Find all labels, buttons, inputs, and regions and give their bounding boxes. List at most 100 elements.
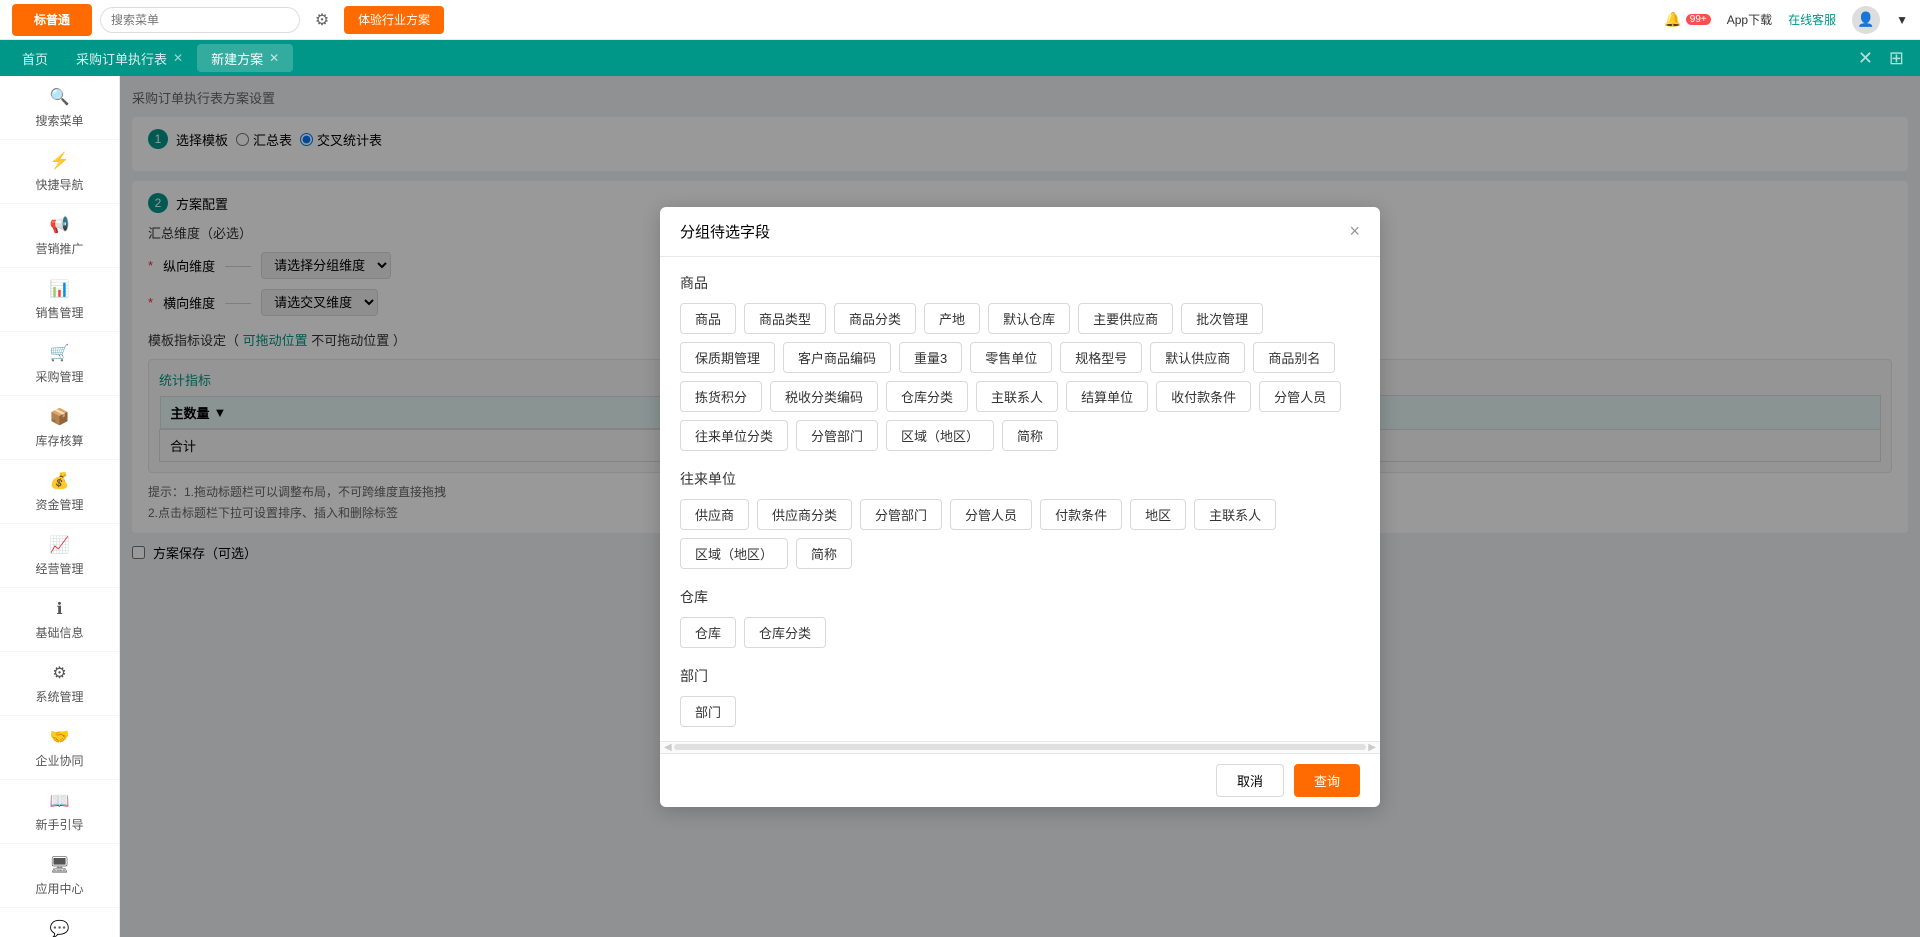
field-tag-short-name[interactable]: 简称: [1002, 420, 1058, 451]
modal-close-btn[interactable]: ×: [1349, 222, 1360, 240]
sidebar-purchase-label: 采购管理: [35, 368, 83, 385]
section-partner-title: 往来单位: [680, 469, 1360, 489]
sidebar-item-marketing[interactable]: 📢 营销推广: [0, 204, 119, 268]
sidebar-guide-label: 新手引导: [35, 816, 83, 833]
field-tag-origin[interactable]: 产地: [924, 303, 980, 334]
experience-btn[interactable]: 体验行业方案: [344, 6, 444, 34]
section-department: 部门 部门: [680, 666, 1360, 727]
tab-purchase-exec-label: 采购订单执行表: [76, 49, 167, 68]
gear-icon[interactable]: ⚙: [308, 6, 336, 34]
tab-new-scheme-close[interactable]: ✕: [269, 51, 279, 65]
field-tag-wh[interactable]: 仓库: [680, 617, 736, 648]
sidebar-item-inventory[interactable]: 📦 库存核算: [0, 396, 119, 460]
cancel-button[interactable]: 取消: [1216, 764, 1284, 797]
field-tag-supplier[interactable]: 供应商: [680, 499, 749, 530]
field-tag-region[interactable]: 区域（地区）: [886, 420, 994, 451]
tab-bar-expand[interactable]: ⊞: [1881, 48, 1912, 69]
hscroll-track[interactable]: [674, 744, 1367, 750]
sidebar-item-appcenter[interactable]: 🖥 应用中心: [0, 844, 119, 908]
main-content: 采购订单执行表方案设置 1 选择模板 汇总表 交叉统计表 2 方案配置: [120, 76, 1920, 937]
sidebar-item-collab[interactable]: 🤝 企业协同: [0, 716, 119, 780]
purchase-icon: 🛒: [49, 342, 71, 364]
sidebar-item-basic-info[interactable]: ℹ 基础信息: [0, 588, 119, 652]
field-tag-default-warehouse[interactable]: 默认仓库: [988, 303, 1070, 334]
sidebar-collab-label: 企业协同: [35, 752, 83, 769]
notification-badge: 99+: [1686, 14, 1711, 25]
field-tag-dept[interactable]: 分管部门: [796, 420, 878, 451]
search-icon: 🔍: [49, 86, 71, 108]
field-tag-manager[interactable]: 分管人员: [1259, 381, 1341, 412]
field-tag-tax-code[interactable]: 税收分类编码: [770, 381, 878, 412]
collab-icon: 🤝: [49, 726, 71, 748]
field-tag-goods-category[interactable]: 商品分类: [834, 303, 916, 334]
field-tag-main-supplier[interactable]: 主要供应商: [1078, 303, 1173, 334]
search-input[interactable]: [100, 7, 300, 33]
field-tag-wh-cat[interactable]: 仓库分类: [744, 617, 826, 648]
section-warehouse-fields: 仓库 仓库分类: [680, 617, 1360, 648]
modal-hscrollbar: ◀ ▶: [660, 741, 1380, 753]
sidebar-inventory-label: 库存核算: [35, 432, 83, 449]
field-tag-expiry[interactable]: 保质期管理: [680, 342, 775, 373]
sidebar-item-quicknav[interactable]: ⚡ 快捷导航: [0, 140, 119, 204]
tab-bar-close[interactable]: ✕: [1850, 48, 1881, 69]
field-tag-partner-category[interactable]: 往来单位分类: [680, 420, 788, 451]
operations-icon: 📈: [49, 534, 71, 556]
sidebar-system-label: 系统管理: [35, 688, 83, 705]
top-bar: 标普通 ⚙ 体验行业方案 🔔 99+ App下载 在线客服 👤 ▼: [0, 0, 1920, 40]
field-tag-settle-unit[interactable]: 结算单位: [1066, 381, 1148, 412]
field-tag-weight[interactable]: 重量3: [899, 342, 962, 373]
field-tag-goods-type[interactable]: 商品类型: [744, 303, 826, 334]
sidebar-item-wechat[interactable]: 💬 企业微信: [0, 908, 119, 937]
sidebar-item-guide[interactable]: 📖 新手引导: [0, 780, 119, 844]
field-tag-p-region[interactable]: 区域（地区）: [680, 538, 788, 569]
tab-new-scheme[interactable]: 新建方案 ✕: [197, 44, 293, 72]
sidebar-item-operations[interactable]: 📈 经营管理: [0, 524, 119, 588]
appcenter-icon: 🖥: [49, 854, 71, 876]
field-tag-payment-cond[interactable]: 付款条件: [1040, 499, 1122, 530]
field-tag-retail-unit[interactable]: 零售单位: [970, 342, 1052, 373]
field-tag-p-contact[interactable]: 主联系人: [1194, 499, 1276, 530]
field-tag-alias[interactable]: 商品别名: [1253, 342, 1335, 373]
user-menu-arrow[interactable]: ▼: [1896, 13, 1908, 27]
field-tag-area[interactable]: 地区: [1130, 499, 1186, 530]
tab-bar: 首页 采购订单执行表 ✕ 新建方案 ✕ ✕ ⊞: [0, 40, 1920, 76]
guide-icon: 📖: [49, 790, 71, 812]
field-tag-batch[interactable]: 批次管理: [1181, 303, 1263, 334]
field-tag-d-dept[interactable]: 部门: [680, 696, 736, 727]
section-goods-title: 商品: [680, 273, 1360, 293]
field-tag-spec[interactable]: 规格型号: [1060, 342, 1142, 373]
sidebar-sales-label: 销售管理: [35, 304, 83, 321]
field-tag-goods[interactable]: 商品: [680, 303, 736, 334]
sidebar-item-search[interactable]: 🔍 搜索菜单: [0, 76, 119, 140]
field-tag-payment-terms[interactable]: 收付款条件: [1156, 381, 1251, 412]
field-tag-customer-code[interactable]: 客户商品编码: [783, 342, 891, 373]
app-download-link[interactable]: App下载: [1727, 11, 1772, 28]
sidebar-item-system[interactable]: ⚙ 系统管理: [0, 652, 119, 716]
field-tag-default-supplier[interactable]: 默认供应商: [1150, 342, 1245, 373]
field-tag-warehouse-category[interactable]: 仓库分类: [886, 381, 968, 412]
online-service-link[interactable]: 在线客服: [1788, 11, 1836, 28]
tab-new-scheme-label: 新建方案: [211, 49, 263, 68]
field-tag-supplier-cat[interactable]: 供应商分类: [757, 499, 852, 530]
basic-info-icon: ℹ: [49, 598, 71, 620]
section-warehouse: 仓库 仓库 仓库分类: [680, 587, 1360, 648]
sidebar-item-finance[interactable]: 💰 资金管理: [0, 460, 119, 524]
field-tag-p-manager[interactable]: 分管人员: [950, 499, 1032, 530]
field-tag-p-short[interactable]: 简称: [796, 538, 852, 569]
tab-purchase-exec[interactable]: 采购订单执行表 ✕: [62, 44, 197, 72]
field-tag-points[interactable]: 拣货积分: [680, 381, 762, 412]
section-partner-fields: 供应商 供应商分类 分管部门 分管人员 付款条件 地区 主联系人 区域（地区） …: [680, 499, 1360, 569]
sidebar-item-sales[interactable]: 📊 销售管理: [0, 268, 119, 332]
user-avatar[interactable]: 👤: [1852, 6, 1880, 34]
tab-home[interactable]: 首页: [8, 44, 62, 72]
tab-purchase-exec-close[interactable]: ✕: [173, 51, 183, 65]
confirm-button[interactable]: 查询: [1294, 764, 1360, 797]
field-tag-p-dept[interactable]: 分管部门: [860, 499, 942, 530]
sidebar-quicknav-label: 快捷导航: [35, 176, 83, 193]
sidebar-item-purchase[interactable]: 🛒 采购管理: [0, 332, 119, 396]
tab-home-label: 首页: [22, 49, 48, 68]
field-tag-main-contact[interactable]: 主联系人: [976, 381, 1058, 412]
notification-area[interactable]: 🔔 99+: [1664, 11, 1710, 28]
modal-backdrop[interactable]: 分组待选字段 × 商品 商品 商品类型 商品分类 产地 默认仓库 主要供应商: [120, 76, 1920, 937]
top-bar-right: 🔔 99+ App下载 在线客服 👤 ▼: [1664, 6, 1908, 34]
